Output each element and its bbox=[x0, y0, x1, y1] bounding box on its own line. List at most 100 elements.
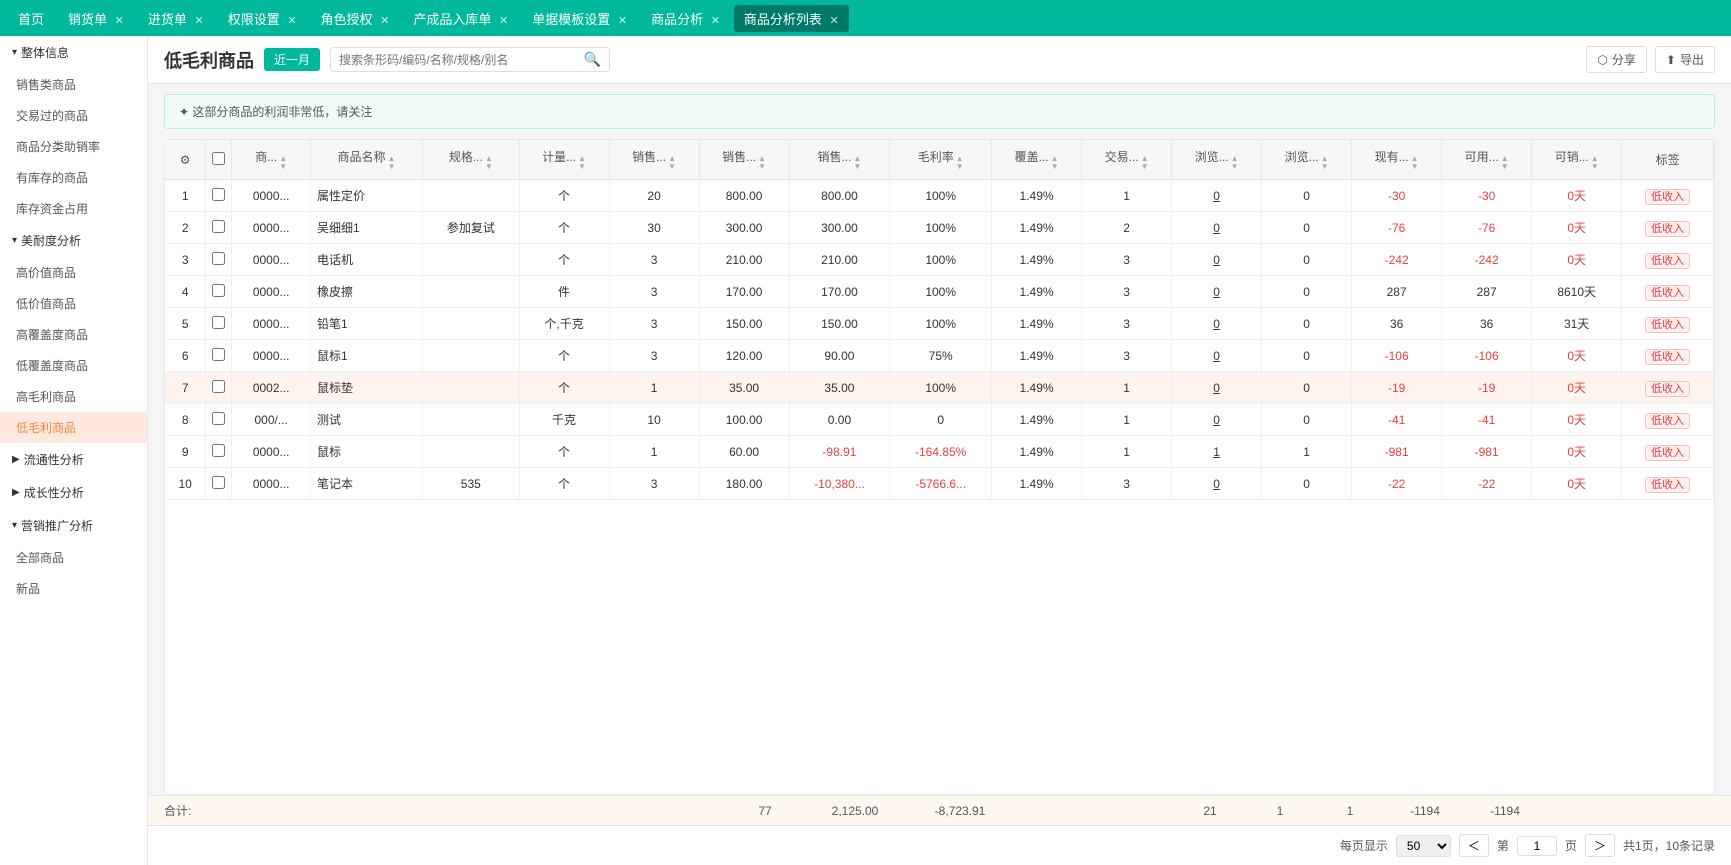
search-input[interactable] bbox=[339, 53, 584, 67]
sidebar-item-low-margin[interactable]: 低毛利商品 bbox=[0, 412, 147, 443]
col-sales-profit[interactable]: 销售...▲▼ bbox=[789, 140, 890, 180]
row-view-count[interactable]: 0 bbox=[1172, 276, 1262, 308]
nav-purchase[interactable]: 进货单 ✕ bbox=[138, 5, 214, 32]
row-checkbox[interactable] bbox=[206, 180, 232, 212]
page-size-select[interactable]: 50 100 200 bbox=[1396, 835, 1451, 857]
row-view-count[interactable]: 0 bbox=[1172, 372, 1262, 404]
sidebar-item-all-goods[interactable]: 全部商品 bbox=[0, 542, 147, 573]
view-count-link[interactable]: 0 bbox=[1213, 317, 1220, 331]
share-button[interactable]: ⬡ 分享 bbox=[1586, 46, 1647, 73]
nav-goods-analysis[interactable]: 商品分析 ✕ bbox=[641, 5, 730, 32]
sidebar-item-capital[interactable]: 库存资金占用 bbox=[0, 193, 147, 224]
row-name[interactable]: 鼠标垫 bbox=[310, 372, 422, 404]
view-count-link[interactable]: 0 bbox=[1213, 253, 1220, 267]
row-view-count[interactable]: 1 bbox=[1172, 436, 1262, 468]
col-sales-qty[interactable]: 销售...▲▼ bbox=[609, 140, 699, 180]
row-name[interactable]: 测试 bbox=[310, 404, 422, 436]
row-view-count[interactable]: 0 bbox=[1172, 212, 1262, 244]
col-coverage[interactable]: 覆盖...▲▼ bbox=[992, 140, 1082, 180]
close-icon[interactable]: ✕ bbox=[499, 15, 508, 27]
col-settings[interactable]: ⚙ bbox=[165, 140, 206, 180]
row-select-checkbox[interactable] bbox=[212, 188, 225, 201]
row-view-count[interactable]: 0 bbox=[1172, 308, 1262, 340]
row-checkbox[interactable] bbox=[206, 468, 232, 500]
row-select-checkbox[interactable] bbox=[212, 220, 225, 233]
row-name[interactable]: 笔记本 bbox=[310, 468, 422, 500]
view-count-link[interactable]: 0 bbox=[1213, 413, 1220, 427]
close-icon[interactable]: ✕ bbox=[830, 15, 839, 27]
row-checkbox[interactable] bbox=[206, 404, 232, 436]
row-select-checkbox[interactable] bbox=[212, 316, 225, 329]
sidebar-group-marketing[interactable]: ▾ 营销推广分析 bbox=[0, 509, 147, 542]
sidebar-item-stock-goods[interactable]: 有库存的商品 bbox=[0, 162, 147, 193]
col-avail-stock[interactable]: 可用...▲▼ bbox=[1442, 140, 1532, 180]
row-name[interactable]: 鼠标1 bbox=[310, 340, 422, 372]
nav-permissions[interactable]: 权限设置 ✕ bbox=[218, 5, 307, 32]
sidebar-item-category-assist[interactable]: 商品分类助销率 bbox=[0, 131, 147, 162]
row-checkbox[interactable] bbox=[206, 244, 232, 276]
row-view-count[interactable]: 0 bbox=[1172, 404, 1262, 436]
export-button[interactable]: ⬆ 导出 bbox=[1655, 46, 1715, 73]
nav-template[interactable]: 单据模板设置 ✕ bbox=[522, 5, 637, 32]
col-sales-amount[interactable]: 销售...▲▼ bbox=[699, 140, 789, 180]
row-name[interactable]: 属性定价 bbox=[310, 180, 422, 212]
close-icon[interactable]: ✕ bbox=[194, 15, 203, 27]
close-icon[interactable]: ✕ bbox=[115, 15, 124, 27]
row-select-checkbox[interactable] bbox=[212, 380, 225, 393]
col-code[interactable]: 商...▲▼ bbox=[232, 140, 311, 180]
row-checkbox[interactable] bbox=[206, 308, 232, 340]
view-count-link[interactable]: 0 bbox=[1213, 221, 1220, 235]
prev-page-button[interactable]: ＜ bbox=[1459, 834, 1489, 857]
sidebar-item-sales-goods[interactable]: 销售类商品 bbox=[0, 69, 147, 100]
row-checkbox[interactable] bbox=[206, 436, 232, 468]
sidebar-item-traded-goods[interactable]: 交易过的商品 bbox=[0, 100, 147, 131]
close-icon[interactable]: ✕ bbox=[618, 15, 627, 27]
view-count-link[interactable]: 0 bbox=[1213, 349, 1220, 363]
row-select-checkbox[interactable] bbox=[212, 412, 225, 425]
row-checkbox[interactable] bbox=[206, 212, 232, 244]
col-current-stock[interactable]: 现有...▲▼ bbox=[1352, 140, 1442, 180]
row-name[interactable]: 橡皮擦 bbox=[310, 276, 422, 308]
current-page-input[interactable] bbox=[1517, 836, 1557, 856]
row-view-count[interactable]: 0 bbox=[1172, 180, 1262, 212]
col-unit[interactable]: 计量...▲▼ bbox=[519, 140, 609, 180]
next-page-button[interactable]: ＞ bbox=[1585, 834, 1615, 857]
search-icon[interactable]: 🔍 bbox=[584, 51, 601, 68]
select-all-checkbox[interactable] bbox=[212, 152, 225, 165]
sidebar-item-high-margin[interactable]: 高毛利商品 bbox=[0, 381, 147, 412]
view-count-link[interactable]: 0 bbox=[1213, 285, 1220, 299]
sidebar-group-flow[interactable]: ▶ 流通性分析 bbox=[0, 443, 147, 476]
col-gross-margin[interactable]: 毛利率▲▼ bbox=[890, 140, 992, 180]
row-select-checkbox[interactable] bbox=[212, 284, 225, 297]
row-checkbox[interactable] bbox=[206, 276, 232, 308]
nav-sales[interactable]: 销货单 ✕ bbox=[58, 5, 134, 32]
row-select-checkbox[interactable] bbox=[212, 444, 225, 457]
row-view-count[interactable]: 0 bbox=[1172, 468, 1262, 500]
row-name[interactable]: 铅笔1 bbox=[310, 308, 422, 340]
row-checkbox[interactable] bbox=[206, 372, 232, 404]
row-name[interactable]: 吴细细1 bbox=[310, 212, 422, 244]
view-count-link[interactable]: 0 bbox=[1213, 381, 1220, 395]
col-name[interactable]: 商品名称▲▼ bbox=[310, 140, 422, 180]
close-icon[interactable]: ✕ bbox=[287, 15, 296, 27]
sidebar-item-low-value[interactable]: 低价值商品 bbox=[0, 288, 147, 319]
nav-roles[interactable]: 角色授权 ✕ bbox=[311, 5, 400, 32]
close-icon[interactable]: ✕ bbox=[711, 15, 720, 27]
row-name[interactable]: 电话机 bbox=[310, 244, 422, 276]
col-saleable-days[interactable]: 可销...▲▼ bbox=[1532, 140, 1622, 180]
sidebar-item-new-goods[interactable]: 新品 bbox=[0, 573, 147, 604]
view-count-link[interactable]: 0 bbox=[1213, 189, 1220, 203]
row-select-checkbox[interactable] bbox=[212, 252, 225, 265]
sidebar-item-high-value[interactable]: 高价值商品 bbox=[0, 257, 147, 288]
nav-goods-analysis-list[interactable]: 商品分析列表 ✕ bbox=[734, 5, 849, 32]
row-checkbox[interactable] bbox=[206, 340, 232, 372]
view-count-link[interactable]: 1 bbox=[1213, 445, 1220, 459]
date-filter-button[interactable]: 近一月 bbox=[264, 48, 320, 71]
row-view-count[interactable]: 0 bbox=[1172, 340, 1262, 372]
col-trade-count[interactable]: 交易...▲▼ bbox=[1082, 140, 1172, 180]
row-select-checkbox[interactable] bbox=[212, 476, 225, 489]
row-select-checkbox[interactable] bbox=[212, 348, 225, 361]
sidebar-item-high-coverage[interactable]: 高覆盖度商品 bbox=[0, 319, 147, 350]
sidebar-group-analysis[interactable]: ▾ 美耐度分析 bbox=[0, 224, 147, 257]
col-view-count2[interactable]: 浏览...▲▼ bbox=[1262, 140, 1352, 180]
